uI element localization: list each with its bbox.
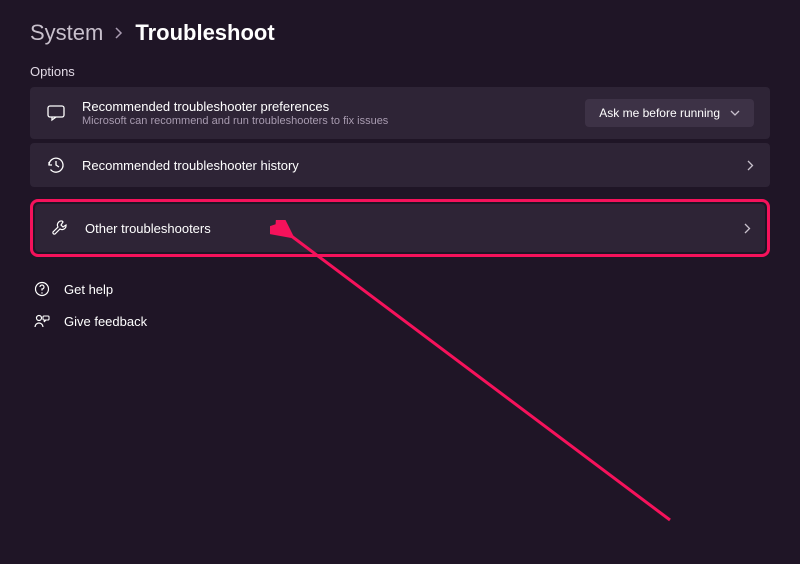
wrench-icon: [49, 218, 69, 238]
preferences-title: Recommended troubleshooter preferences: [82, 99, 585, 114]
help-icon: [34, 281, 50, 297]
history-content: Recommended troubleshooter history: [82, 158, 747, 173]
preferences-card[interactable]: Recommended troubleshooter preferences M…: [30, 87, 770, 139]
other-troubleshooters-card[interactable]: Other troubleshooters: [35, 204, 765, 252]
chevron-right-icon: [747, 160, 754, 171]
history-icon: [46, 155, 66, 175]
history-card[interactable]: Recommended troubleshooter history: [30, 143, 770, 187]
chevron-right-icon: [744, 223, 751, 234]
preferences-content: Recommended troubleshooter preferences M…: [82, 99, 585, 127]
get-help-link[interactable]: Get help: [30, 273, 770, 305]
preferences-dropdown[interactable]: Ask me before running: [585, 99, 754, 127]
give-feedback-link[interactable]: Give feedback: [30, 305, 770, 337]
dropdown-value: Ask me before running: [599, 106, 720, 120]
other-title: Other troubleshooters: [85, 221, 744, 236]
other-content: Other troubleshooters: [85, 221, 744, 236]
breadcrumb-parent[interactable]: System: [30, 20, 103, 46]
highlighted-annotation: Other troubleshooters: [30, 199, 770, 257]
help-text: Get help: [64, 282, 113, 297]
chevron-down-icon: [730, 110, 740, 116]
feedback-icon: [34, 313, 50, 329]
section-label: Options: [30, 64, 770, 79]
preferences-subtitle: Microsoft can recommend and run troubles…: [82, 115, 585, 127]
history-title: Recommended troubleshooter history: [82, 158, 747, 173]
breadcrumb: System Troubleshoot: [30, 20, 770, 46]
chevron-right-icon: [115, 27, 123, 39]
message-icon: [46, 103, 66, 123]
breadcrumb-current: Troubleshoot: [135, 20, 274, 46]
feedback-text: Give feedback: [64, 314, 147, 329]
